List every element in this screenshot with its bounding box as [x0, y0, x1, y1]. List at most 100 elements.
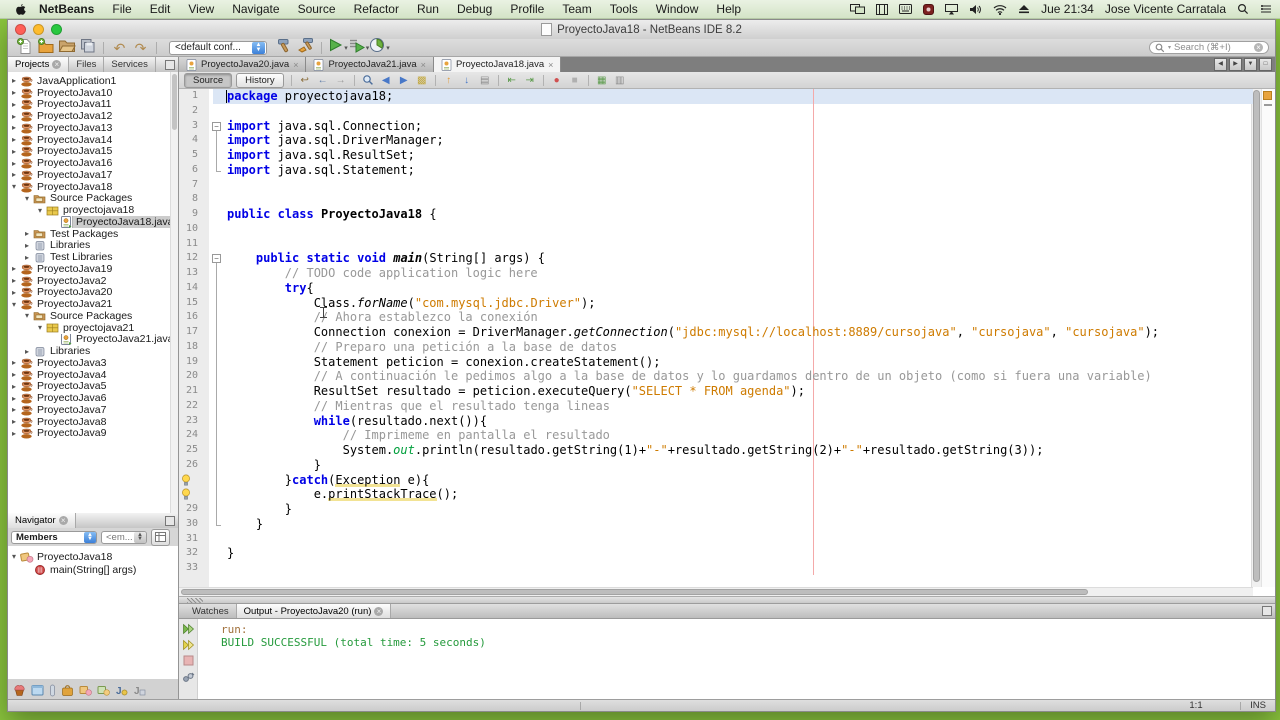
minimize-window-button[interactable]	[33, 24, 44, 35]
expand-arrow-icon[interactable]: ▸	[9, 112, 19, 121]
line-number[interactable]: 31	[179, 532, 209, 547]
undo-button[interactable]: ↶	[109, 40, 130, 56]
configuration-select[interactable]: <default conf... ▲ ▼	[169, 40, 267, 55]
code-line[interactable]: import java.sql.Connection;	[227, 119, 1159, 134]
notification-center-icon[interactable]	[1260, 4, 1272, 14]
rerun-button[interactable]	[181, 622, 195, 635]
project-tree-row[interactable]: ▸ Test Libraries	[8, 251, 178, 263]
expand-arrow-icon[interactable]: ▸	[9, 405, 19, 414]
expand-arrow-icon[interactable]: ▸	[9, 276, 19, 285]
project-tree-row[interactable]: ▸ Test Packages	[8, 228, 178, 240]
code-line[interactable]: System.out.println(resultado.getString(1…	[227, 443, 1159, 458]
last-edited-icon[interactable]: ↩	[297, 73, 313, 87]
error-stripe[interactable]	[1261, 89, 1275, 587]
code-line[interactable]: }catch(Exception e){	[227, 473, 1159, 488]
code-line[interactable]: // A continuación le pedimos algo a la b…	[227, 369, 1159, 384]
editor-tab-proyectojava20-java[interactable]: ProyectoJava20.java ×	[179, 57, 307, 72]
project-tree-row[interactable]: ▸ ProyectoJava7	[8, 404, 178, 416]
code-line[interactable]: import java.sql.ResultSet;	[227, 148, 1159, 163]
code-line[interactable]	[227, 104, 228, 119]
code-line[interactable]	[227, 561, 228, 576]
expand-arrow-icon[interactable]: ▸	[22, 347, 32, 356]
project-tree-row[interactable]: ▸ Libraries	[8, 345, 178, 357]
editor-tab-proyectojava21-java[interactable]: ProyectoJava21.java ×	[306, 57, 434, 72]
menu-bar-clock[interactable]: Jue 21:34	[1041, 2, 1094, 16]
project-tree-row[interactable]: ▸ ProyectoJava3	[8, 357, 178, 369]
line-number[interactable]: 6	[179, 163, 209, 178]
code-line[interactable]: Connection conexion = DriverManager.getC…	[227, 325, 1159, 340]
code-line[interactable]: // Preparo una petición a la base de dat…	[227, 340, 1159, 355]
fold-collapse-icon[interactable]: −	[212, 254, 221, 264]
redo-button[interactable]: ↷	[130, 40, 151, 56]
profile-project-button[interactable]: ▾	[369, 38, 390, 56]
line-number[interactable]: 9	[179, 207, 209, 222]
comment-icon[interactable]: ▦	[594, 73, 610, 87]
tab-output[interactable]: Output - ProyectoJava20 (run) ×	[236, 604, 392, 618]
class-badge-icon[interactable]	[79, 684, 92, 696]
scroll-left-button[interactable]: ◀	[1214, 58, 1227, 71]
project-tree-row[interactable]: ▸ ProyectoJava10	[8, 87, 178, 99]
rerun-with-options-button[interactable]	[181, 638, 195, 651]
clean-build-button[interactable]	[295, 38, 316, 56]
menu-source[interactable]: Source	[298, 2, 336, 16]
uncomment-icon[interactable]: ▥	[612, 73, 628, 87]
menu-help[interactable]: Help	[716, 2, 741, 16]
line-number[interactable]: 17	[179, 325, 209, 340]
project-tree-row[interactable]: ▾ proyectojava18	[8, 204, 178, 216]
collapse-arrow-icon[interactable]: ▾	[35, 323, 45, 332]
tab-services[interactable]: Services	[104, 57, 156, 72]
project-tree-row[interactable]: ▸ Libraries	[8, 240, 178, 252]
code-line[interactable]: }	[227, 458, 1159, 473]
navigator-sort-button[interactable]	[151, 528, 170, 546]
menu-bar-user[interactable]: Jose Vicente Carratala	[1105, 2, 1226, 16]
ant-settings-button[interactable]	[181, 670, 195, 683]
code-line[interactable]	[227, 532, 228, 547]
project-tree-row[interactable]: ▾ Source Packages	[8, 310, 178, 322]
cupcake-icon[interactable]	[13, 684, 26, 696]
breakpoint-icon[interactable]: ●	[549, 73, 565, 87]
menu-view[interactable]: View	[188, 2, 214, 16]
close-tab-icon[interactable]: ×	[52, 60, 62, 69]
save-all-button[interactable]	[77, 38, 98, 56]
code-editor-surface[interactable]: 1 2 3 4 5 6 7 8 9 10 11 12 13 14 15 16 17 18 19 20 21 22 23 24 2…	[179, 89, 1253, 587]
menu-team[interactable]: Team	[562, 2, 591, 16]
expand-arrow-icon[interactable]: ▸	[22, 253, 32, 262]
code-line[interactable]: import java.sql.DriverManager;	[227, 133, 1159, 148]
menu-file[interactable]: File	[112, 2, 131, 16]
project-tree-row[interactable]: ▸ ProyectoJava2	[8, 275, 178, 287]
navigator-tree-row[interactable]: main(String[] args)	[8, 563, 178, 576]
close-tab-icon[interactable]: ×	[374, 606, 384, 616]
project-tree-row[interactable]: ▸ ProyectoJava6	[8, 392, 178, 404]
expand-arrow-icon[interactable]: ▸	[9, 135, 19, 144]
zoom-window-button[interactable]	[51, 24, 62, 35]
project-tree-row[interactable]: ▸ ProyectoJava17	[8, 169, 178, 181]
warning-mark-icon[interactable]	[1263, 91, 1272, 100]
line-number[interactable]: 30	[179, 517, 209, 532]
apple-logo-icon[interactable]	[14, 3, 26, 16]
code-line[interactable]: Statement peticion = conexion.createStat…	[227, 355, 1159, 370]
profile-point-icon[interactable]: ■	[567, 73, 583, 87]
wifi-icon[interactable]	[993, 4, 1007, 15]
window-title-bar[interactable]: ProyectoJava18 - NetBeans IDE 8.2	[8, 20, 1275, 40]
keyboard-icon[interactable]	[899, 4, 913, 14]
expand-arrow-icon[interactable]: ▸	[9, 170, 19, 179]
expand-arrow-icon[interactable]: ▸	[9, 429, 19, 438]
line-number[interactable]: 12	[179, 251, 209, 266]
close-tab-icon[interactable]: ×	[293, 60, 298, 70]
expand-arrow-icon[interactable]: ▸	[9, 382, 19, 391]
code-lines[interactable]: package proyectojava18; import java.sql.…	[227, 89, 1159, 576]
project-tree-row[interactable]: ▸ ProyectoJava14	[8, 134, 178, 146]
expand-arrow-icon[interactable]: ▸	[9, 159, 19, 168]
code-line[interactable]: e.printStackTrace();	[227, 487, 1159, 502]
line-number[interactable]: 29	[179, 502, 209, 517]
stop-build-button[interactable]	[181, 654, 195, 667]
app-badge-icon[interactable]	[923, 3, 935, 15]
line-number[interactable]: 8	[179, 192, 209, 207]
code-line[interactable]: // Imprimeme en pantalla el resultado	[227, 428, 1159, 443]
line-number[interactable]: 14	[179, 281, 209, 296]
line-number[interactable]: 18	[179, 340, 209, 355]
bag-icon[interactable]	[61, 684, 74, 696]
tab-projects[interactable]: Projects ×	[8, 57, 70, 72]
next-bookmark-icon[interactable]: ↓	[459, 73, 475, 87]
close-tab-icon[interactable]: ×	[548, 60, 553, 70]
